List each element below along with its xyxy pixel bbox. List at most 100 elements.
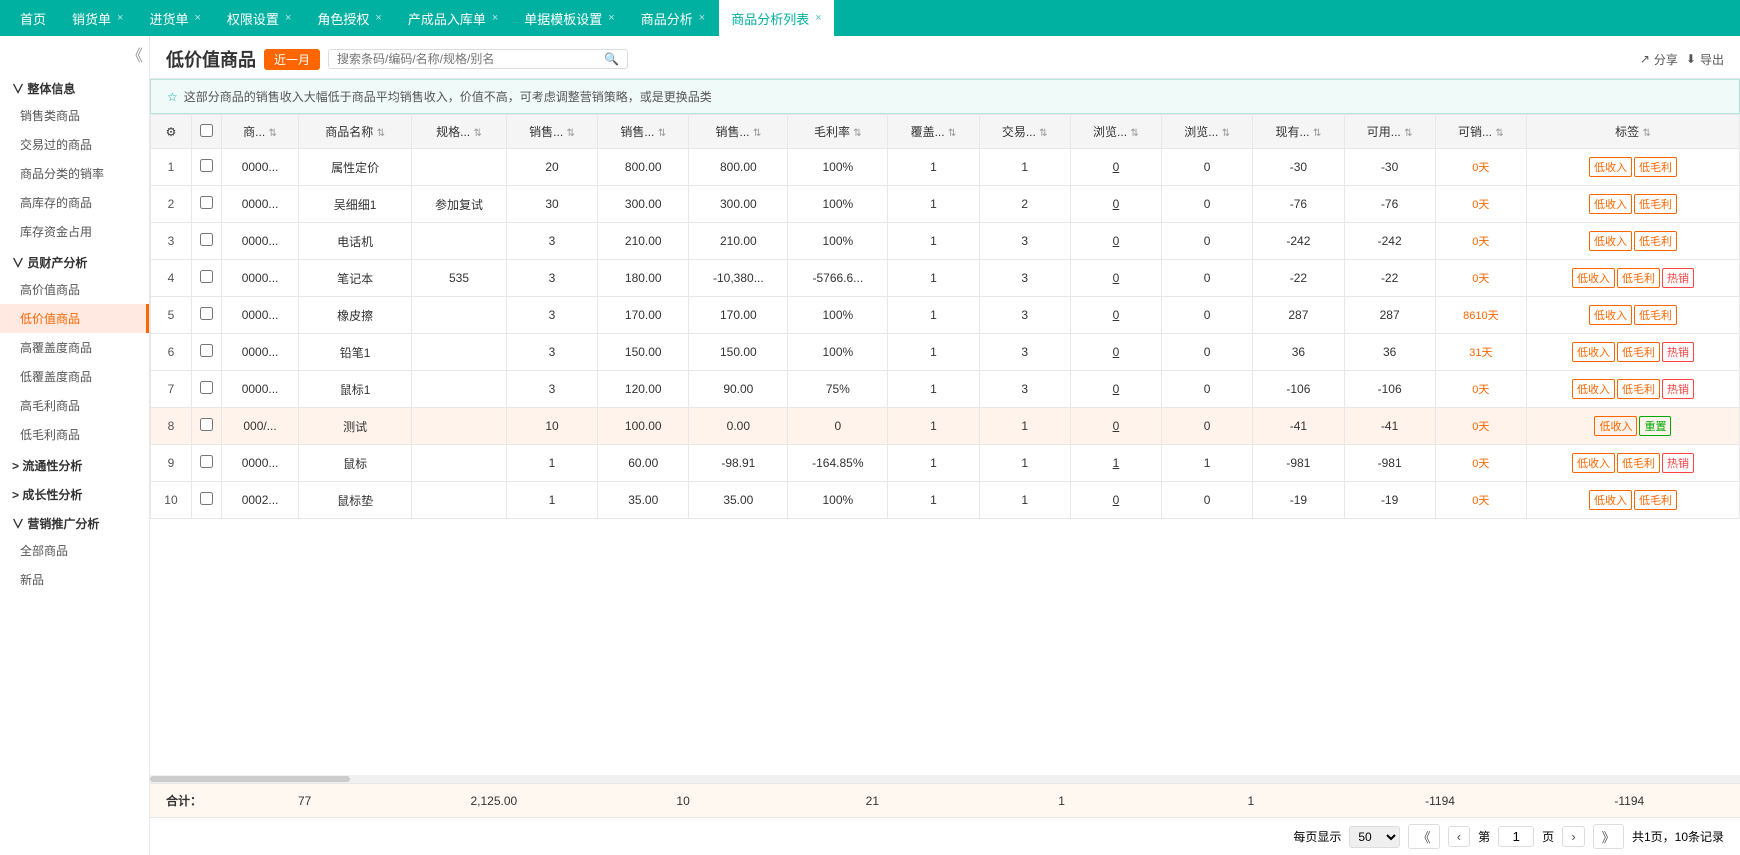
row-margin: -5766.6... [788,260,888,297]
sidebar-group-circulation[interactable]: > 流通性分析 [0,449,149,478]
prev-page-btn[interactable]: ‹ [1448,826,1470,847]
row-available: -106 [1344,371,1435,408]
row-transaction: 3 [979,371,1070,408]
sidebar-item-category-sales[interactable]: 商品分类的销率 [0,159,149,188]
row-views1: 0 [1070,334,1161,371]
row-qty: 10 [506,408,597,445]
nav-roles-close[interactable]: × [375,12,381,24]
sidebar-group-growth[interactable]: > 成长性分析 [0,478,149,507]
row-margin: 0 [788,408,888,445]
row-num: 3 [151,223,192,260]
row-checkbox[interactable] [200,196,213,209]
horizontal-scrollbar[interactable] [150,775,1740,783]
sidebar-item-new-goods[interactable]: 新品 [0,565,149,594]
row-tags: 低收入低毛利热销 [1526,445,1739,482]
row-checkbox-cell [191,260,221,297]
row-checkbox[interactable] [200,307,213,320]
sidebar-item-high-value[interactable]: 高价值商品 [0,275,149,304]
sidebar-item-low-profit[interactable]: 低毛利商品 [0,420,149,449]
sidebar-item-all-goods[interactable]: 全部商品 [0,536,149,565]
tag: 低收入 [1589,157,1632,177]
row-spec [412,408,507,445]
page-label-end: 页 [1542,828,1554,845]
sidebar-item-high-stock[interactable]: 高库存的商品 [0,188,149,217]
nav-analysis-list[interactable]: 商品分析列表 × [719,0,833,36]
page-size-select[interactable]: 50 100 200 [1349,826,1400,848]
row-name: 属性定价 [299,149,412,186]
row-margin: 100% [788,149,888,186]
sidebar-item-low-coverage[interactable]: 低覆盖度商品 [0,362,149,391]
days-badge: 0天 [1472,458,1489,470]
sidebar-item-traded[interactable]: 交易过的商品 [0,130,149,159]
row-code: 0002... [221,482,298,519]
sidebar-group-financial[interactable]: ∨ 员财产分析 [0,246,149,275]
nav-analysis-close[interactable]: × [699,12,705,24]
row-checkbox[interactable] [200,233,213,246]
row-checkbox[interactable] [200,492,213,505]
nav-permissions[interactable]: 权限设置 × [215,0,303,36]
sidebar-item-stock-capital[interactable]: 库存资金占用 [0,217,149,246]
row-coverage: 1 [888,223,979,260]
row-saleable: 0天 [1435,223,1526,260]
row-views1: 0 [1070,482,1161,519]
row-spec: 535 [412,260,507,297]
row-spec [412,371,507,408]
nav-permissions-close[interactable]: × [285,12,291,24]
row-coverage: 1 [888,408,979,445]
sidebar-item-high-profit[interactable]: 高毛利商品 [0,391,149,420]
nav-analysis-list-close[interactable]: × [815,12,821,24]
sidebar-item-low-value[interactable]: 低价值商品 [0,304,149,333]
nav-home[interactable]: 首页 [8,0,58,36]
pagination: 每页显示 50 100 200 《 ‹ 第 页 › 》 共1页，10条记录 [150,817,1740,855]
nav-sales-close[interactable]: × [117,12,123,24]
row-checkbox[interactable] [200,381,213,394]
nav-warehouse-close[interactable]: × [492,12,498,24]
row-checkbox-cell [191,297,221,334]
sidebar-group-marketing[interactable]: ∨ 营销推广分析 [0,507,149,536]
row-checkbox[interactable] [200,344,213,357]
row-amount: 170.00 [689,297,788,334]
first-page-btn[interactable]: 《 [1408,824,1439,849]
row-checkbox[interactable] [200,418,213,431]
nav-sales[interactable]: 销货单 × [60,0,135,36]
nav-template[interactable]: 单据模板设置 × [512,0,626,36]
nav-purchase-close[interactable]: × [194,12,200,24]
row-checkbox[interactable] [200,270,213,283]
last-page-btn[interactable]: 》 [1593,824,1624,849]
sidebar-item-sales-goods[interactable]: 销售类商品 [0,101,149,130]
nav-roles[interactable]: 角色授权 × [305,0,393,36]
share-button[interactable]: ↗ 分享 [1640,51,1678,68]
time-filter-button[interactable]: 近一月 [264,49,320,70]
sidebar-group-overall[interactable]: ∨ 整体信息 [0,72,149,101]
row-checkbox[interactable] [200,159,213,172]
search-input[interactable] [337,52,604,66]
nav-template-close[interactable]: × [608,12,614,24]
nav-warehouse[interactable]: 产成品入库单 × [396,0,510,36]
export-button[interactable]: ⬇ 导出 [1686,51,1724,68]
row-available: -981 [1344,445,1435,482]
next-page-btn[interactable]: › [1562,826,1584,847]
scroll-thumb[interactable] [150,776,350,782]
col-settings[interactable]: ⚙ [151,115,192,149]
nav-purchase[interactable]: 进货单 × [137,0,212,36]
row-available: -30 [1344,149,1435,186]
tag: 热销 [1662,453,1694,473]
row-price: 170.00 [598,297,689,334]
search-icon[interactable]: 🔍 [604,52,619,66]
row-transaction: 1 [979,408,1070,445]
row-code: 0000... [221,223,298,260]
row-views2: 1 [1162,445,1253,482]
row-checkbox[interactable] [200,455,213,468]
select-all-checkbox[interactable] [200,124,213,137]
sidebar-item-high-coverage[interactable]: 高覆盖度商品 [0,333,149,362]
page-label: 第 [1478,828,1490,845]
nav-analysis[interactable]: 商品分析 × [629,0,717,36]
row-name: 铅笔1 [299,334,412,371]
row-spec [412,482,507,519]
table-row: 8 000/... 测试 10 100.00 0.00 0 1 1 0 0 -4… [151,408,1740,445]
page-number-input[interactable] [1498,826,1534,847]
header-actions: ↗ 分享 ⬇ 导出 [1640,51,1724,68]
row-stock: 287 [1253,297,1344,334]
row-available: -76 [1344,186,1435,223]
sidebar-collapse-btn[interactable]: 《 [127,48,143,65]
